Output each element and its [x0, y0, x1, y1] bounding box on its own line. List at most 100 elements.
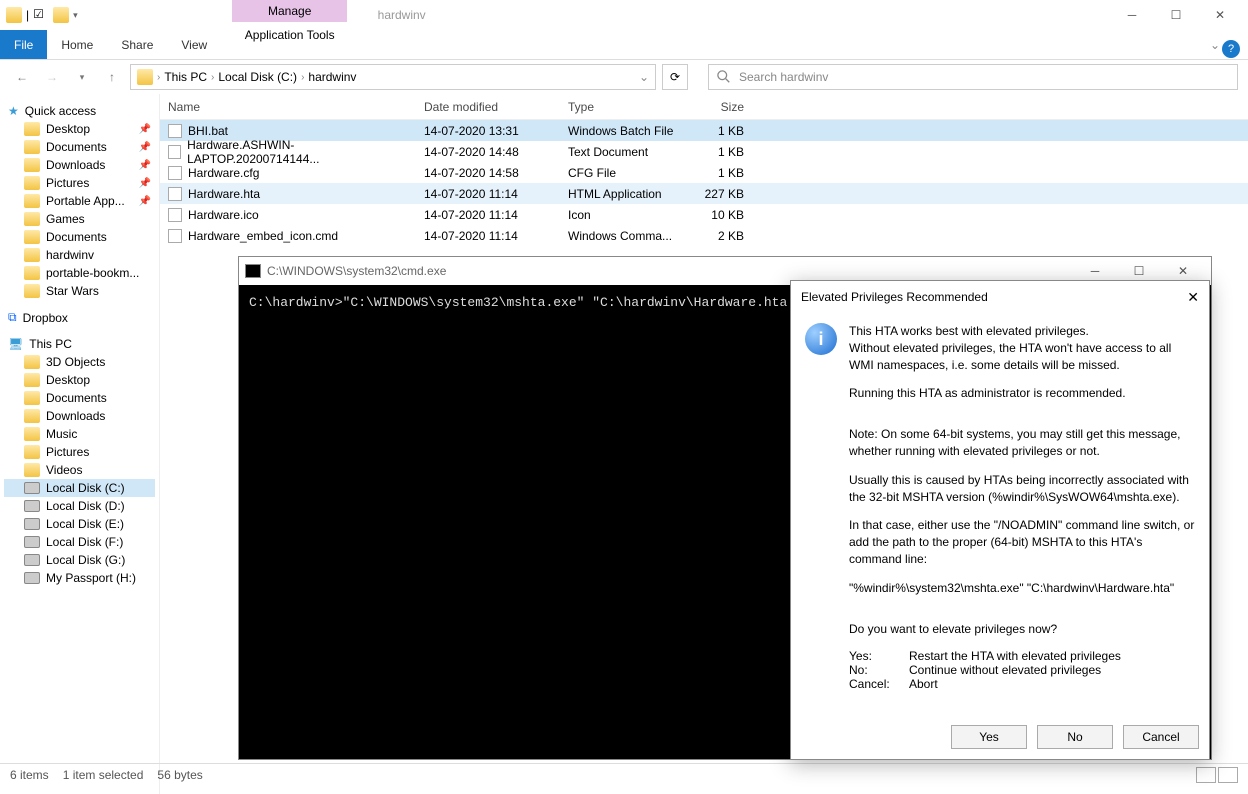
sidebar-item[interactable]: Local Disk (G:): [4, 551, 155, 569]
sidebar-item[interactable]: Pictures📌: [4, 174, 155, 192]
status-items: 6 items: [10, 768, 49, 782]
manage-context-tab[interactable]: Manage: [232, 0, 347, 22]
folder-icon: [24, 355, 40, 369]
file-row[interactable]: Hardware.ASHWIN-LAPTOP.20200714144...14-…: [160, 141, 1248, 162]
col-name[interactable]: Name: [160, 100, 416, 114]
sidebar-item[interactable]: Star Wars: [4, 282, 155, 300]
elevate-dialog: Elevated Privileges Recommended ✕ i This…: [790, 280, 1210, 760]
breadcrumb[interactable]: › This PC› Local Disk (C:)› hardwinv ⌄: [130, 64, 656, 90]
file-row[interactable]: Hardware.cfg14-07-2020 14:58CFG File1 KB: [160, 162, 1248, 183]
sidebar-item[interactable]: 3D Objects: [4, 353, 155, 371]
breadcrumb-local-disk[interactable]: Local Disk (C:)›: [218, 70, 304, 84]
sidebar-item[interactable]: Documents: [4, 228, 155, 246]
share-tab[interactable]: Share: [107, 30, 167, 59]
sidebar-item[interactable]: Games: [4, 210, 155, 228]
file-icon: [168, 187, 182, 201]
sidebar-item[interactable]: hardwinv: [4, 246, 155, 264]
sidebar-item[interactable]: Portable App...📌: [4, 192, 155, 210]
breadcrumb-hardwinv[interactable]: hardwinv: [308, 70, 356, 84]
folder-icon: [24, 391, 40, 405]
dialog-title-text: Elevated Privileges Recommended: [801, 290, 988, 304]
close-button[interactable]: ✕: [1198, 1, 1242, 29]
status-size: 56 bytes: [157, 768, 202, 782]
sidebar-item[interactable]: Local Disk (E:): [4, 515, 155, 533]
sidebar-item[interactable]: Desktop: [4, 371, 155, 389]
help-icon[interactable]: ?: [1222, 40, 1240, 58]
folder-icon: [24, 409, 40, 423]
col-size[interactable]: Size: [682, 100, 752, 114]
file-row[interactable]: Hardware_embed_icon.cmd14-07-2020 11:14W…: [160, 225, 1248, 246]
qat-dropdown-icon[interactable]: ▾: [73, 10, 78, 21]
ribbon: File Home Share View ⌄ ?: [0, 30, 1248, 60]
dialog-close-button[interactable]: ✕: [1187, 289, 1199, 306]
folder-icon: [24, 463, 40, 477]
sidebar-item[interactable]: Downloads📌: [4, 156, 155, 174]
sidebar-item[interactable]: Documents: [4, 389, 155, 407]
sidebar-item[interactable]: Documents📌: [4, 138, 155, 156]
properties-icon[interactable]: ☑: [33, 7, 49, 23]
col-type[interactable]: Type: [560, 100, 682, 114]
home-tab[interactable]: Home: [47, 30, 107, 59]
file-tab[interactable]: File: [0, 30, 47, 59]
file-icon: [168, 145, 181, 159]
qat: | ☑ ▾: [6, 7, 78, 23]
quick-access-header[interactable]: ★Quick access: [4, 102, 155, 120]
no-button[interactable]: No: [1037, 725, 1113, 749]
folder-icon[interactable]: [6, 7, 22, 23]
icons-view-button[interactable]: [1218, 767, 1238, 783]
pin-icon: 📌: [139, 178, 151, 189]
breadcrumb-this-pc[interactable]: This PC›: [164, 70, 214, 84]
status-selected: 1 item selected: [63, 768, 144, 782]
folder-icon: [24, 176, 40, 190]
new-folder-icon[interactable]: [53, 7, 69, 23]
folder-icon: [24, 373, 40, 387]
refresh-button[interactable]: ⟳: [662, 64, 688, 90]
chevron-right-icon[interactable]: ›: [157, 72, 160, 83]
col-date[interactable]: Date modified: [416, 100, 560, 114]
app-tools-tab[interactable]: Application Tools: [235, 22, 345, 48]
sidebar-item[interactable]: Music: [4, 425, 155, 443]
sidebar-item[interactable]: My Passport (H:): [4, 569, 155, 587]
dialog-option: Yes:Restart the HTA with elevated privil…: [849, 649, 1195, 663]
folder-icon: [24, 445, 40, 459]
expand-ribbon-icon[interactable]: ⌄: [1210, 38, 1220, 52]
search-icon: [717, 70, 731, 84]
this-pc-header[interactable]: 🖥This PC: [4, 335, 155, 353]
back-button[interactable]: ←: [10, 65, 34, 89]
sidebar-item[interactable]: portable-bookm...: [4, 264, 155, 282]
cancel-button[interactable]: Cancel: [1123, 725, 1199, 749]
search-input[interactable]: Search hardwinv: [708, 64, 1238, 90]
file-row[interactable]: Hardware.ico14-07-2020 11:14Icon10 KB: [160, 204, 1248, 225]
folder-icon: [24, 122, 40, 136]
sidebar-item[interactable]: Desktop📌: [4, 120, 155, 138]
folder-icon: [24, 248, 40, 262]
dropbox-header[interactable]: ⧉Dropbox: [4, 308, 155, 327]
drive-icon: [24, 572, 40, 584]
addr-dropdown-icon[interactable]: ⌄: [639, 70, 649, 84]
qat-divider: |: [26, 8, 29, 22]
status-bar: 6 items 1 item selected 56 bytes: [0, 763, 1248, 785]
sidebar-item[interactable]: Local Disk (F:): [4, 533, 155, 551]
view-tab[interactable]: View: [167, 30, 221, 59]
folder-icon: [24, 212, 40, 226]
up-button[interactable]: ↑: [100, 65, 124, 89]
file-row[interactable]: Hardware.hta14-07-2020 11:14HTML Applica…: [160, 183, 1248, 204]
sidebar-item[interactable]: Local Disk (D:): [4, 497, 155, 515]
address-bar-row: ← → ▾ ↑ › This PC› Local Disk (C:)› hard…: [0, 60, 1248, 94]
recent-dropdown[interactable]: ▾: [70, 65, 94, 89]
sidebar-item[interactable]: Downloads: [4, 407, 155, 425]
titlebar: | ☑ ▾ Manage Application Tools hardwinv …: [0, 0, 1248, 30]
maximize-button[interactable]: ☐: [1154, 1, 1198, 29]
pin-icon: 📌: [139, 124, 151, 135]
forward-button[interactable]: →: [40, 65, 64, 89]
minimize-button[interactable]: ─: [1110, 1, 1154, 29]
details-view-button[interactable]: [1196, 767, 1216, 783]
sidebar-item[interactable]: Local Disk (C:): [4, 479, 155, 497]
dialog-titlebar[interactable]: Elevated Privileges Recommended ✕: [791, 281, 1209, 313]
sidebar-item[interactable]: Videos: [4, 461, 155, 479]
file-icon: [168, 208, 182, 222]
file-icon: [168, 229, 182, 243]
sidebar-item[interactable]: Pictures: [4, 443, 155, 461]
dialog-text: This HTA works best with elevated privil…: [849, 323, 1195, 691]
yes-button[interactable]: Yes: [951, 725, 1027, 749]
